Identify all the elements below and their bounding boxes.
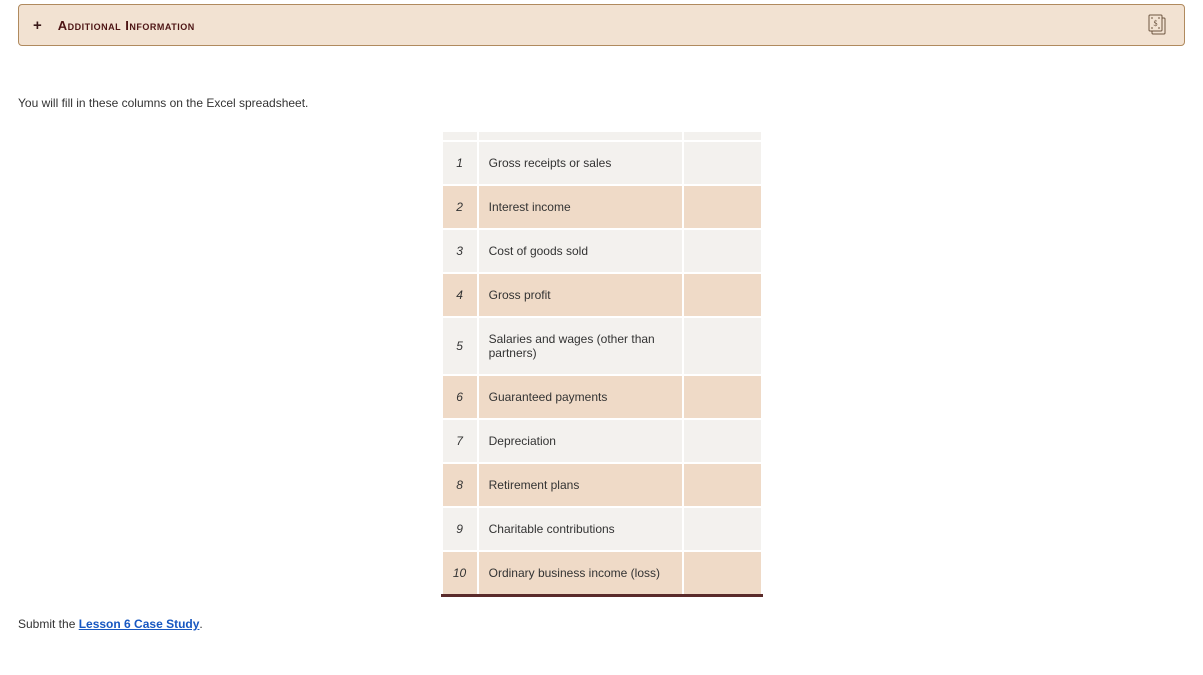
row-label: Retirement plans [478,463,684,507]
row-number: 9 [442,507,478,551]
row-label: Gross receipts or sales [478,141,684,185]
table-row: 7Depreciation [442,419,762,463]
row-label: Depreciation [478,419,684,463]
row-number: 2 [442,185,478,229]
spreadsheet-columns-table-wrap: 1Gross receipts or sales2Interest income… [18,130,1185,597]
table-row: 9Charitable contributions [442,507,762,551]
table-row: 10Ordinary business income (loss) [442,551,762,596]
table-row: 5Salaries and wages (other than partners… [442,317,762,375]
spreadsheet-columns-table: 1Gross receipts or sales2Interest income… [441,130,763,597]
row-label: Salaries and wages (other than partners) [478,317,684,375]
table-row: 8Retirement plans [442,463,762,507]
row-value [683,419,761,463]
table-row: 4Gross profit [442,273,762,317]
row-label: Cost of goods sold [478,229,684,273]
intro-text: You will fill in these columns on the Ex… [18,96,1185,110]
row-number: 7 [442,419,478,463]
svg-text:$: $ [1154,19,1158,28]
row-number: 10 [442,551,478,596]
table-row: 1Gross receipts or sales [442,141,762,185]
row-value [683,375,761,419]
row-value [683,507,761,551]
money-document-icon: $ [1146,14,1170,36]
submit-instruction: Submit the Lesson 6 Case Study. [18,617,1185,631]
table-row: 2Interest income [442,185,762,229]
accordion-left: + Additional Information [33,18,195,33]
row-number: 8 [442,463,478,507]
row-label: Interest income [478,185,684,229]
row-value [683,317,761,375]
table-row: 3Cost of goods sold [442,229,762,273]
row-value [683,551,761,596]
row-number: 4 [442,273,478,317]
submit-suffix: . [199,617,202,631]
row-label: Charitable contributions [478,507,684,551]
case-study-link[interactable]: Lesson 6 Case Study [79,617,200,631]
row-value [683,273,761,317]
submit-prefix: Submit the [18,617,79,631]
row-number: 1 [442,141,478,185]
row-number: 6 [442,375,478,419]
table-header-row [442,131,762,141]
additional-information-accordion[interactable]: + Additional Information $ [18,4,1185,46]
accordion-title: Additional Information [58,18,195,33]
row-label: Ordinary business income (loss) [478,551,684,596]
row-label: Gross profit [478,273,684,317]
row-value [683,463,761,507]
row-value [683,185,761,229]
table-row: 6Guaranteed payments [442,375,762,419]
row-number: 3 [442,229,478,273]
row-number: 5 [442,317,478,375]
row-value [683,141,761,185]
row-label: Guaranteed payments [478,375,684,419]
row-value [683,229,761,273]
expand-icon: + [33,18,42,33]
